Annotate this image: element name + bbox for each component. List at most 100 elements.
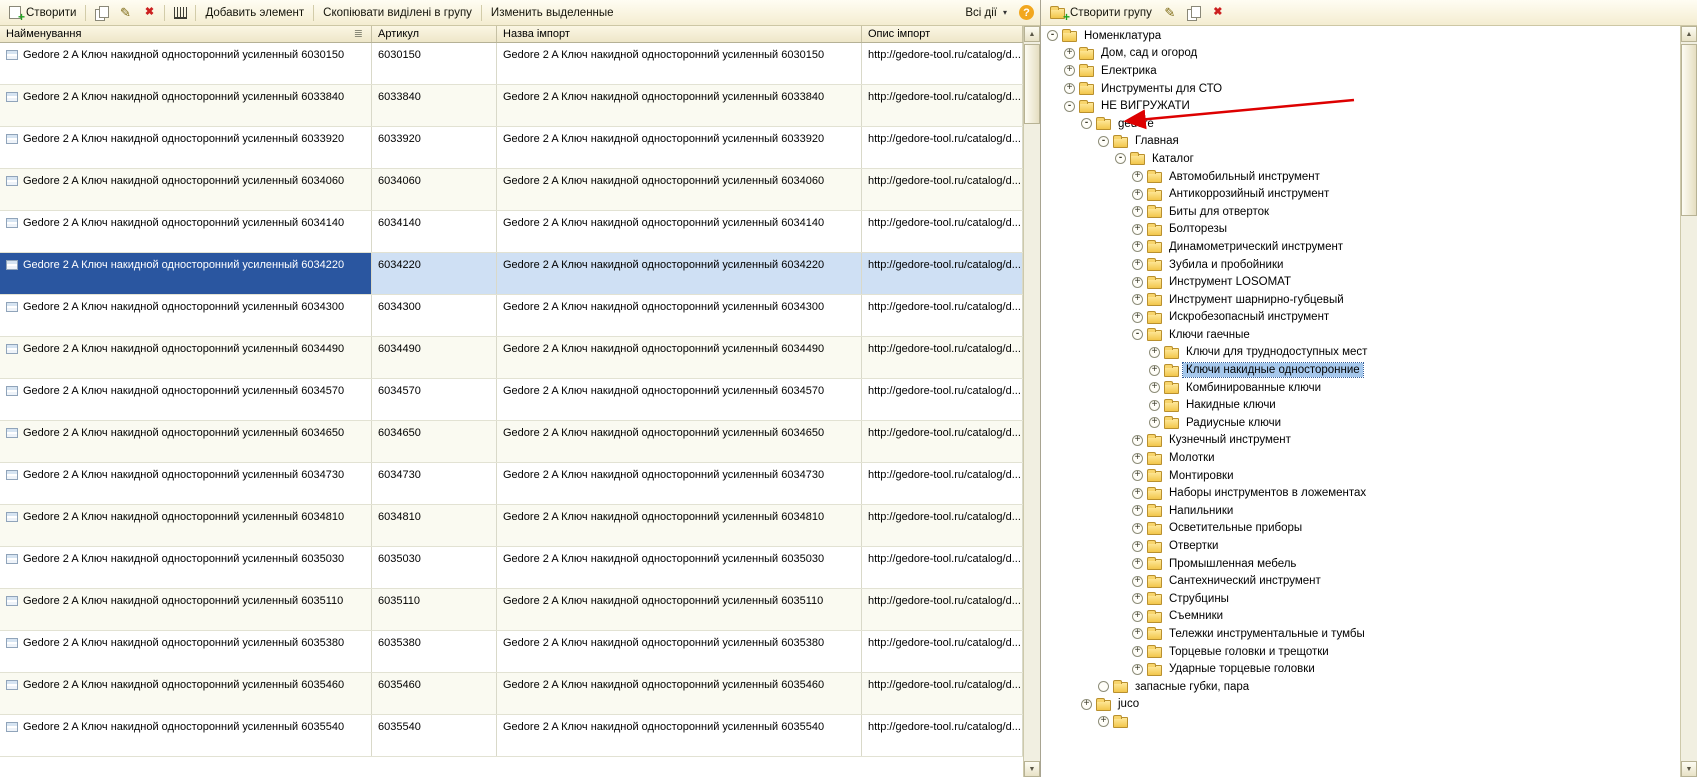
- help-icon[interactable]: ?: [1019, 5, 1034, 20]
- edit-item-button[interactable]: ✎: [114, 3, 136, 23]
- table-row[interactable]: Gedore 2 A Ключ накидной односторонний у…: [0, 337, 1023, 379]
- table-row[interactable]: Gedore 2 A Ключ накидной односторонний у…: [0, 211, 1023, 253]
- table-row[interactable]: Gedore 2 A Ключ накидной односторонний у…: [0, 589, 1023, 631]
- column-header-name[interactable]: Найменування ≣: [0, 26, 372, 42]
- tree-item[interactable]: Динамометрический инструмент: [1041, 238, 1680, 256]
- expander-icon[interactable]: [1132, 470, 1143, 482]
- table-row[interactable]: Gedore 2 A Ключ накидной односторонний у…: [0, 379, 1023, 421]
- expander-icon[interactable]: [1098, 681, 1109, 693]
- expander-icon[interactable]: [1132, 505, 1143, 517]
- tree-item[interactable]: Антикоррозийный инструмент: [1041, 185, 1680, 203]
- tree-item[interactable]: Ключи накидные односторонние: [1041, 361, 1680, 379]
- table-row[interactable]: Gedore 2 A Ключ накидной односторонний у…: [0, 421, 1023, 463]
- create-group-button[interactable]: + Створити групу: [1045, 4, 1157, 23]
- tree-item[interactable]: Зубила и пробойники: [1041, 256, 1680, 274]
- expander-icon[interactable]: [1132, 663, 1143, 675]
- expander-icon[interactable]: [1132, 558, 1143, 570]
- list-scrollbar-thumb[interactable]: [1024, 44, 1040, 124]
- tree-item[interactable]: НЕ ВИГРУЖАТИ: [1041, 97, 1680, 115]
- tree-item[interactable]: Биты для отверток: [1041, 203, 1680, 221]
- expander-icon[interactable]: [1064, 47, 1075, 59]
- expander-icon[interactable]: [1132, 452, 1143, 464]
- expander-icon[interactable]: [1098, 135, 1109, 147]
- expander-icon[interactable]: [1064, 83, 1075, 95]
- expander-icon[interactable]: [1132, 223, 1143, 235]
- tree-item[interactable]: Ключи гаечные: [1041, 326, 1680, 344]
- tree-item[interactable]: Съемники: [1041, 608, 1680, 626]
- scroll-up-icon[interactable]: ▲: [1681, 26, 1697, 42]
- all-actions-button[interactable]: Всі дії ▾: [960, 5, 1012, 21]
- table-row[interactable]: Gedore 2 A Ключ накидной односторонний у…: [0, 43, 1023, 85]
- expander-icon[interactable]: [1115, 153, 1126, 165]
- tree-item[interactable]: gedore: [1041, 115, 1680, 133]
- scroll-down-icon[interactable]: ▼: [1681, 761, 1697, 777]
- copy-group-button[interactable]: [1183, 3, 1205, 23]
- expander-icon[interactable]: [1132, 329, 1143, 341]
- table-row[interactable]: Gedore 2 A Ключ накидной односторонний у…: [0, 631, 1023, 673]
- tree-item[interactable]: Накидные ключи: [1041, 396, 1680, 414]
- tree-item[interactable]: Молотки: [1041, 449, 1680, 467]
- delete-group-button[interactable]: ✖: [1207, 3, 1229, 23]
- expander-icon[interactable]: [1132, 276, 1143, 288]
- expander-icon[interactable]: [1132, 593, 1143, 605]
- set-interval-button[interactable]: [169, 3, 191, 23]
- tree-item[interactable]: Каталог: [1041, 150, 1680, 168]
- expander-icon[interactable]: [1132, 434, 1143, 446]
- edit-selected-button[interactable]: Изменить выделенные: [486, 5, 619, 21]
- tree-item[interactable]: Главная: [1041, 133, 1680, 151]
- expander-icon[interactable]: [1064, 100, 1075, 112]
- expander-icon[interactable]: [1132, 206, 1143, 218]
- tree-item[interactable]: [1041, 713, 1680, 731]
- expander-icon[interactable]: [1132, 522, 1143, 534]
- tree-item[interactable]: Болторезы: [1041, 221, 1680, 239]
- column-header-import-name[interactable]: Назва імпорт: [497, 26, 862, 42]
- add-element-button[interactable]: Добавить элемент: [200, 5, 309, 21]
- expander-icon[interactable]: [1132, 646, 1143, 658]
- tree-item[interactable]: Промышленная мебель: [1041, 555, 1680, 573]
- tree-item[interactable]: Осветительные приборы: [1041, 520, 1680, 538]
- tree-item[interactable]: Инструменты для СТО: [1041, 80, 1680, 98]
- column-header-import-desc[interactable]: Опис імпорт: [862, 26, 1023, 42]
- expander-icon[interactable]: [1132, 540, 1143, 552]
- tree-item[interactable]: Автомобильный инструмент: [1041, 168, 1680, 186]
- table-row[interactable]: Gedore 2 A Ключ накидной односторонний у…: [0, 673, 1023, 715]
- list-scrollbar[interactable]: ▲ ▼: [1023, 26, 1040, 777]
- tree-item[interactable]: Кузнечный инструмент: [1041, 432, 1680, 450]
- edit-group-button[interactable]: ✎: [1159, 3, 1181, 23]
- tree-item[interactable]: запасные губки, пара: [1041, 678, 1680, 696]
- scroll-up-icon[interactable]: ▲: [1024, 26, 1040, 42]
- table-row[interactable]: Gedore 2 A Ключ накидной односторонний у…: [0, 127, 1023, 169]
- tree-item[interactable]: Тележки инструментальные и тумбы: [1041, 625, 1680, 643]
- expander-icon[interactable]: [1149, 346, 1160, 358]
- expander-icon[interactable]: [1132, 294, 1143, 306]
- tree-item[interactable]: Искробезопасный инструмент: [1041, 309, 1680, 327]
- create-button[interactable]: Створити: [4, 4, 81, 23]
- tree-item[interactable]: juco: [1041, 696, 1680, 714]
- table-row[interactable]: Gedore 2 A Ключ накидной односторонний у…: [0, 253, 1023, 295]
- tree-item[interactable]: Монтировки: [1041, 467, 1680, 485]
- expander-icon[interactable]: [1081, 118, 1092, 130]
- tree-item[interactable]: Електрика: [1041, 62, 1680, 80]
- tree-item[interactable]: Наборы инструментов в ложементах: [1041, 484, 1680, 502]
- delete-item-button[interactable]: ✖: [138, 3, 160, 23]
- tree-item[interactable]: Комбинированные ключи: [1041, 379, 1680, 397]
- column-header-article[interactable]: Артикул: [372, 26, 497, 42]
- tree-item[interactable]: Торцевые головки и трещотки: [1041, 643, 1680, 661]
- expander-icon[interactable]: [1132, 311, 1143, 323]
- expander-icon[interactable]: [1132, 241, 1143, 253]
- tree-scrollbar-thumb[interactable]: [1681, 44, 1697, 216]
- table-row[interactable]: Gedore 2 A Ключ накидной односторонний у…: [0, 715, 1023, 757]
- tree-scrollbar[interactable]: ▲ ▼: [1680, 26, 1697, 777]
- expander-icon[interactable]: [1132, 259, 1143, 271]
- expander-icon[interactable]: [1132, 575, 1143, 587]
- tree-item[interactable]: Номенклатура: [1041, 27, 1680, 45]
- tree-item[interactable]: Инструмент LOSOMAT: [1041, 273, 1680, 291]
- table-row[interactable]: Gedore 2 A Ключ накидной односторонний у…: [0, 295, 1023, 337]
- tree-item[interactable]: Инструмент шарнирно-губцевый: [1041, 291, 1680, 309]
- table-row[interactable]: Gedore 2 A Ключ накидной односторонний у…: [0, 505, 1023, 547]
- tree-item[interactable]: Отвертки: [1041, 537, 1680, 555]
- tree-item[interactable]: Радиусные ключи: [1041, 414, 1680, 432]
- tree-item[interactable]: Напильники: [1041, 502, 1680, 520]
- scroll-down-icon[interactable]: ▼: [1024, 761, 1040, 777]
- tree-item[interactable]: Струбцины: [1041, 590, 1680, 608]
